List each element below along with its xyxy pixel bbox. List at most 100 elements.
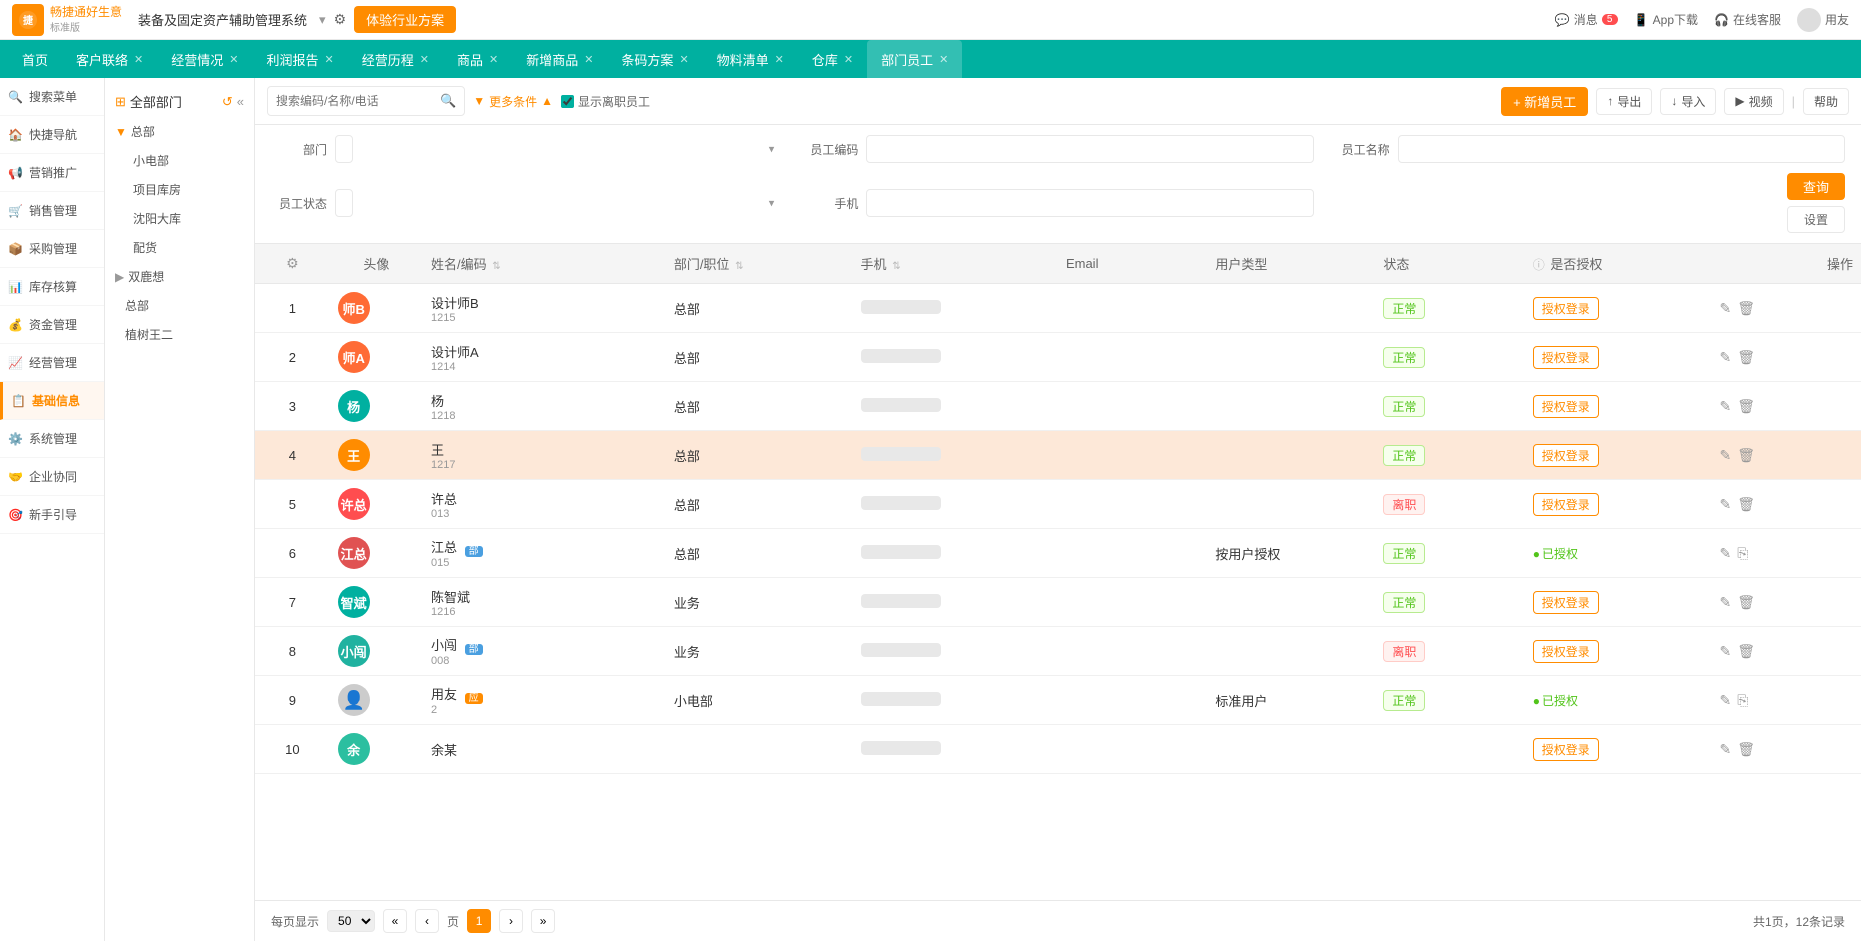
edit-btn-4[interactable]: ✎ [1720, 447, 1732, 464]
tab-profit-close[interactable]: ✕ [325, 53, 334, 66]
delete-btn-4[interactable]: 🗑 [1737, 447, 1755, 464]
tab-customer[interactable]: 客户联络✕ [62, 40, 157, 78]
delete-btn-1[interactable]: 🗑 [1737, 300, 1755, 317]
sidebar-item-biz[interactable]: 📈 经营管理 [0, 344, 104, 382]
sidebar-item-marketing[interactable]: 📢 营销推广 [0, 154, 104, 192]
tab-bom[interactable]: 物料清单✕ [703, 40, 798, 78]
copy-btn-6[interactable]: ⎘ [1737, 545, 1748, 562]
sidebar-item-system[interactable]: ⚙️ 系统管理 [0, 420, 104, 458]
page-first-button[interactable]: « [383, 909, 407, 933]
authorize-btn-2[interactable]: 授权登录 [1533, 346, 1599, 369]
import-button[interactable]: ↓ 导入 [1660, 88, 1716, 115]
page-current-button[interactable]: 1 [467, 909, 491, 933]
dept-collapse-icon[interactable]: « [237, 94, 244, 110]
copy-btn-9[interactable]: ⎘ [1737, 692, 1748, 709]
system-dropdown-arrow[interactable]: ▾ [319, 12, 326, 28]
search-submit-icon[interactable]: 🔍 [440, 93, 456, 109]
tab-new-goods-close[interactable]: ✕ [584, 53, 593, 66]
tab-goods[interactable]: 商品✕ [443, 40, 512, 78]
sidebar-item-purchase[interactable]: 📦 采购管理 [0, 230, 104, 268]
name-sort-icon[interactable]: ⇅ [492, 261, 500, 272]
tab-bom-close[interactable]: ✕ [775, 53, 784, 66]
empstatus-select[interactable] [335, 189, 353, 217]
more-filter-button[interactable]: ▼ 更多条件 ▲ [473, 93, 553, 110]
authorize-btn-7[interactable]: 授权登录 [1533, 591, 1599, 614]
sidebar-item-sales[interactable]: 🛒 销售管理 [0, 192, 104, 230]
empname-filter-input[interactable] [1398, 135, 1845, 163]
tab-operation-close[interactable]: ✕ [229, 53, 238, 66]
tab-warehouse[interactable]: 仓库✕ [798, 40, 867, 78]
tab-customer-close[interactable]: ✕ [134, 53, 143, 66]
page-size-select[interactable]: 50 [327, 910, 375, 932]
dept-group-shuanglu-header[interactable]: ▶ 双鹿想 [105, 262, 254, 291]
tab-barcode[interactable]: 条码方案✕ [607, 40, 702, 78]
delete-btn-5[interactable]: 🗑 [1737, 496, 1755, 513]
edit-btn-6[interactable]: ✎ [1720, 545, 1732, 562]
search-input[interactable] [276, 94, 436, 108]
authorize-btn-8[interactable]: 授权登录 [1533, 640, 1599, 663]
dept-item-zongbu-leaf[interactable]: 总部 [105, 291, 254, 320]
edit-btn-2[interactable]: ✎ [1720, 349, 1732, 366]
sidebar-item-base[interactable]: 📋 基础信息 [0, 382, 104, 420]
phone-sort-icon[interactable]: ⇅ [892, 261, 900, 272]
sidebar-item-nav[interactable]: 🏠 快捷导航 [0, 116, 104, 154]
tab-history-close[interactable]: ✕ [420, 53, 429, 66]
export-button[interactable]: ↑ 导出 [1596, 88, 1652, 115]
message-action[interactable]: 💬 消息 5 [1555, 11, 1618, 28]
sidebar-item-finance[interactable]: 💰 资金管理 [0, 306, 104, 344]
tab-operation[interactable]: 经营情况✕ [157, 40, 252, 78]
delete-btn-7[interactable]: 🗑 [1737, 594, 1755, 611]
add-employee-button[interactable]: + 新增员工 [1501, 87, 1588, 116]
search-box[interactable]: 🔍 [267, 86, 465, 116]
query-button[interactable]: 查询 [1787, 173, 1845, 200]
authorize-btn-3[interactable]: 授权登录 [1533, 395, 1599, 418]
user-action[interactable]: 用友 [1797, 8, 1849, 32]
sidebar-item-collab[interactable]: 🤝 企业协同 [0, 458, 104, 496]
delete-btn-2[interactable]: 🗑 [1737, 349, 1755, 366]
edit-btn-1[interactable]: ✎ [1720, 300, 1732, 317]
reset-button[interactable]: 设置 [1787, 206, 1845, 233]
tab-profit[interactable]: 利润报告✕ [252, 40, 347, 78]
video-button[interactable]: ▶ 视频 [1724, 88, 1783, 115]
dept-select[interactable] [335, 135, 353, 163]
edit-btn-3[interactable]: ✎ [1720, 398, 1732, 415]
tab-barcode-close[interactable]: ✕ [679, 53, 688, 66]
trial-button[interactable]: 体验行业方案 [354, 6, 456, 33]
delete-btn-10[interactable]: 🗑 [1737, 741, 1755, 758]
dept-item-peihuo[interactable]: 配货 [113, 233, 254, 262]
dept-group-zongbu-header[interactable]: ▼ 总部 [105, 117, 254, 146]
authorize-btn-4[interactable]: 授权登录 [1533, 444, 1599, 467]
authorize-btn-1[interactable]: 授权登录 [1533, 297, 1599, 320]
tab-department[interactable]: 部门员工✕ [867, 40, 962, 78]
delete-btn-8[interactable]: 🗑 [1737, 643, 1755, 660]
col-gear-icon[interactable]: ⚙ [286, 255, 299, 271]
settings-icon[interactable]: ⚙ [334, 11, 347, 28]
page-prev-button[interactable]: ‹ [415, 909, 439, 933]
sidebar-item-search[interactable]: 🔍 搜索菜单 [0, 78, 104, 116]
show-inactive-checkbox[interactable] [561, 95, 574, 108]
tab-warehouse-close[interactable]: ✕ [844, 53, 853, 66]
phone-filter-input[interactable] [866, 189, 1313, 217]
help-button[interactable]: 帮助 [1803, 88, 1849, 115]
sidebar-item-guide[interactable]: 🎯 新手引导 [0, 496, 104, 534]
dept-refresh-icon[interactable]: ↺ [222, 94, 233, 110]
dept-sort-icon[interactable]: ⇅ [735, 261, 743, 272]
edit-btn-9[interactable]: ✎ [1720, 692, 1732, 709]
dept-item-zhishu[interactable]: 植树王二 [105, 320, 254, 349]
tab-home[interactable]: 首页 [8, 40, 62, 78]
online-service-action[interactable]: 🎧 在线客服 [1714, 11, 1781, 28]
edit-btn-7[interactable]: ✎ [1720, 594, 1732, 611]
app-download-action[interactable]: 📱 App下载 [1634, 11, 1698, 28]
page-last-button[interactable]: » [531, 909, 555, 933]
sidebar-item-inventory[interactable]: 📊 库存核算 [0, 268, 104, 306]
tab-history[interactable]: 经营历程✕ [348, 40, 443, 78]
dept-item-xiangmukufang[interactable]: 项目库房 [113, 175, 254, 204]
tab-department-close[interactable]: ✕ [939, 53, 948, 66]
edit-btn-10[interactable]: ✎ [1720, 741, 1732, 758]
dept-item-xiaodibu[interactable]: 小电部 [113, 146, 254, 175]
empcode-filter-input[interactable] [866, 135, 1313, 163]
tab-goods-close[interactable]: ✕ [489, 53, 498, 66]
authorize-btn-10[interactable]: 授权登录 [1533, 738, 1599, 761]
edit-btn-8[interactable]: ✎ [1720, 643, 1732, 660]
page-next-button[interactable]: › [499, 909, 523, 933]
